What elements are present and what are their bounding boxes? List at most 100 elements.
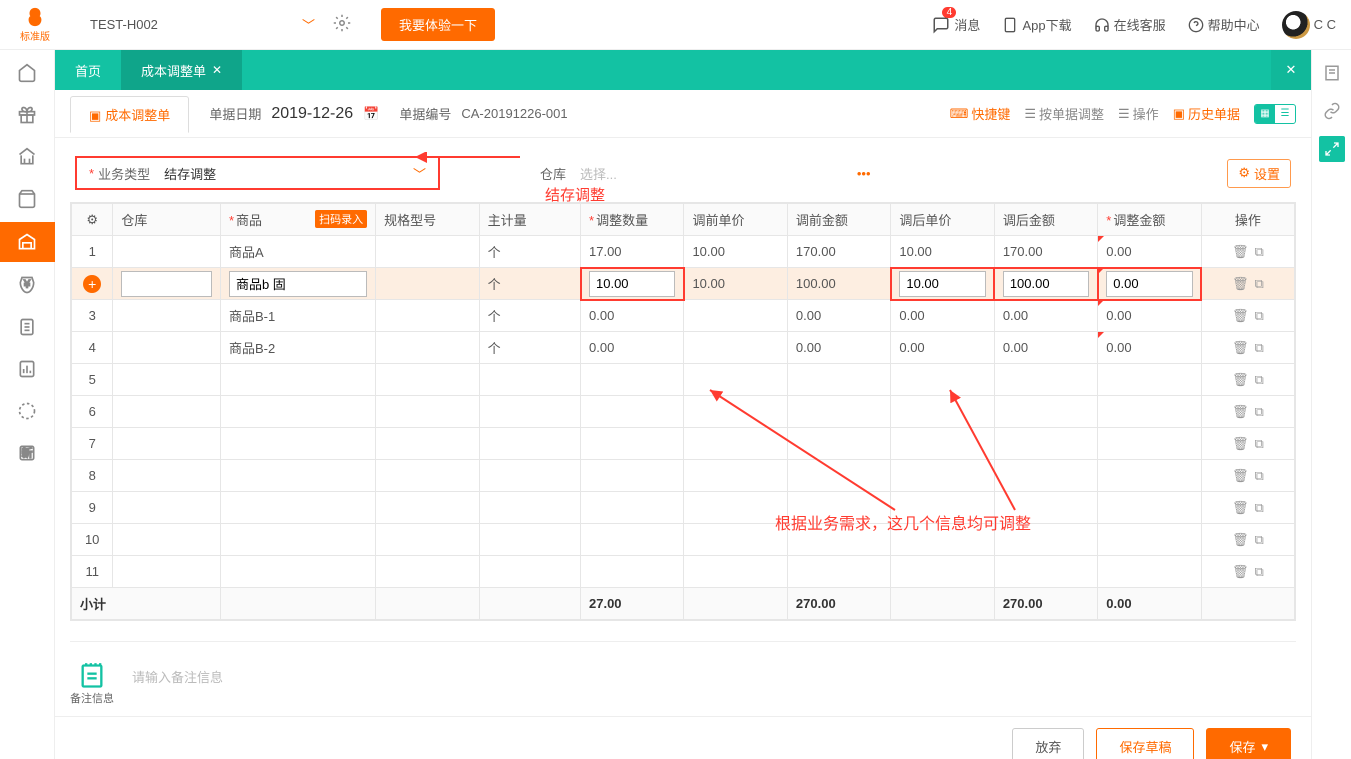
trial-button[interactable]: 我要体验一下 xyxy=(381,8,495,41)
close-all-tabs[interactable]: ✕ xyxy=(1271,50,1311,90)
warehouse-select[interactable]: 仓库选择... xyxy=(540,164,617,183)
copy-icon[interactable]: ⧉ xyxy=(1254,564,1263,579)
remark-label: 备注信息 xyxy=(70,690,114,706)
history-button[interactable]: ▣ 历史单据 xyxy=(1173,104,1240,123)
doc-no-value: CA-20191226-001 xyxy=(461,106,567,121)
copy-icon[interactable]: ⧉ xyxy=(1254,372,1263,387)
table-row[interactable]: 1商品A个17.0010.00170.0010.00170.000.00🗑⧉ xyxy=(72,236,1295,268)
footer-actions: 放弃 保存草稿 保存▾ xyxy=(55,716,1311,759)
nav-clipboard-icon[interactable] xyxy=(16,316,38,338)
copy-icon[interactable]: ⧉ xyxy=(1254,340,1263,355)
delete-icon[interactable]: 🗑 xyxy=(1232,404,1249,419)
nav-new-icon[interactable]: 新 xyxy=(16,442,38,464)
delete-icon[interactable]: 🗑 xyxy=(1232,500,1249,515)
org-selector[interactable]: TEST-H002﹀ xyxy=(80,10,325,40)
chevron-down-icon: ﹀ xyxy=(413,164,426,183)
discard-button[interactable]: 放弃 xyxy=(1012,728,1084,759)
remark-area: 备注信息 xyxy=(70,641,1296,706)
table-row[interactable]: +个10.00100.00🗑⧉ xyxy=(72,268,1295,300)
delete-icon[interactable]: 🗑 xyxy=(1232,244,1249,259)
copy-icon[interactable]: ⧉ xyxy=(1254,276,1263,291)
view-toggle[interactable]: ▦☰ xyxy=(1254,104,1296,124)
doc-no-label: 单据编号 xyxy=(399,104,451,123)
annotation-2: 根据业务需求，这几个信息均可调整 xyxy=(775,510,1031,534)
document-header: ▣成本调整单 单据日期 2019-12-26 📅 单据编号 CA-2019122… xyxy=(55,90,1311,138)
delete-icon[interactable]: 🗑 xyxy=(1232,532,1249,547)
adjust-by-order-button[interactable]: ☰ 按单据调整 xyxy=(1024,104,1104,123)
hotkeys-button[interactable]: ⌨ 快捷键 xyxy=(950,104,1011,123)
tab-home[interactable]: 首页 xyxy=(55,50,121,90)
table-row[interactable]: 11🗑⧉ xyxy=(72,556,1295,588)
delete-icon[interactable]: 🗑 xyxy=(1232,468,1249,483)
nav-sync-icon[interactable] xyxy=(16,400,38,422)
more-filters-icon[interactable]: ••• xyxy=(857,166,871,181)
delete-icon[interactable]: 🗑 xyxy=(1232,372,1249,387)
save-draft-button[interactable]: 保存草稿 xyxy=(1096,728,1194,759)
gear-icon[interactable] xyxy=(333,14,351,35)
col-settings-icon[interactable]: ⚙ xyxy=(72,204,113,236)
table-row[interactable]: 3商品B-1个0.000.000.000.000.00🗑⧉ xyxy=(72,300,1295,332)
copy-icon[interactable]: ⧉ xyxy=(1254,436,1263,451)
qty-input[interactable] xyxy=(589,271,675,297)
copy-icon[interactable]: ⧉ xyxy=(1254,500,1263,515)
table-header: ⚙ 仓库 *商品扫码录入 规格型号 主计量 *调整数量 调前单价 调前金额 调后… xyxy=(72,204,1295,236)
nav-report-icon[interactable] xyxy=(16,358,38,380)
remark-input[interactable] xyxy=(132,662,1296,692)
date-value[interactable]: 2019-12-26 xyxy=(271,105,353,123)
product-input[interactable] xyxy=(229,271,367,297)
help-center-button[interactable]: 帮助中心 xyxy=(1188,15,1260,34)
operations-button[interactable]: ☰ 操作 xyxy=(1118,104,1159,123)
expand-icon[interactable] xyxy=(1319,136,1345,162)
logo: 标准版 xyxy=(10,6,60,43)
adj-amt-input[interactable] xyxy=(1106,271,1192,297)
delete-icon[interactable]: 🗑 xyxy=(1232,340,1249,355)
table-row[interactable]: 10🗑⧉ xyxy=(72,524,1295,556)
app-download-button[interactable]: App下载 xyxy=(1002,15,1071,34)
scan-badge[interactable]: 扫码录入 xyxy=(315,210,367,228)
svg-text:¥: ¥ xyxy=(23,279,31,291)
nav-money-icon[interactable]: ¥ xyxy=(16,274,38,296)
messages-button[interactable]: 4 消息 xyxy=(932,15,980,34)
nav-bag-icon[interactable] xyxy=(16,188,38,210)
document-tab[interactable]: ▣成本调整单 xyxy=(70,96,189,133)
annotation-1: 结存调整 xyxy=(545,184,605,205)
calendar-icon[interactable]: 📅 xyxy=(363,106,379,122)
business-type-select[interactable]: *业务类型 结存调整 ﹀ xyxy=(75,156,440,190)
copy-icon[interactable]: ⧉ xyxy=(1254,404,1263,419)
copy-icon[interactable]: ⧉ xyxy=(1254,244,1263,259)
nav-house-icon[interactable] xyxy=(16,146,38,168)
post-price-input[interactable] xyxy=(899,271,985,297)
table-row[interactable]: 4商品B-2个0.000.000.000.000.00🗑⧉ xyxy=(72,332,1295,364)
note-icon[interactable] xyxy=(1319,60,1345,86)
nav-home-icon[interactable] xyxy=(16,62,38,84)
save-button[interactable]: 保存▾ xyxy=(1206,728,1291,759)
nav-warehouse-icon[interactable] xyxy=(0,222,55,262)
customer-service-button[interactable]: 在线客服 xyxy=(1094,15,1166,34)
delete-icon[interactable]: 🗑 xyxy=(1232,564,1249,579)
table-row[interactable]: 8🗑⧉ xyxy=(72,460,1295,492)
copy-icon[interactable]: ⧉ xyxy=(1254,468,1263,483)
subtotal-row: 小计 27.00270.00 270.000.00 xyxy=(72,588,1295,620)
table-row[interactable]: 5🗑⧉ xyxy=(72,364,1295,396)
link-icon[interactable] xyxy=(1319,98,1345,124)
close-icon[interactable]: ✕ xyxy=(212,63,222,77)
table-row[interactable]: 9🗑⧉ xyxy=(72,492,1295,524)
nav-gift-icon[interactable] xyxy=(16,104,38,126)
user-menu[interactable]: C C xyxy=(1282,11,1336,39)
tab-cost-adjustment[interactable]: 成本调整单✕ xyxy=(121,50,242,90)
delete-icon[interactable]: 🗑 xyxy=(1232,276,1249,291)
right-toolbar xyxy=(1311,50,1351,759)
delete-icon[interactable]: 🗑 xyxy=(1232,436,1249,451)
settings-button[interactable]: ⚙ 设置 xyxy=(1227,159,1291,188)
add-row-icon[interactable]: + xyxy=(83,275,101,293)
top-bar: 标准版 TEST-H002﹀ 我要体验一下 4 消息 App下载 在线客服 帮助… xyxy=(0,0,1351,50)
post-amt-input[interactable] xyxy=(1003,271,1089,297)
messages-badge: 4 xyxy=(942,7,956,18)
svg-text:新: 新 xyxy=(22,445,33,459)
delete-icon[interactable]: 🗑 xyxy=(1232,308,1249,323)
table-row[interactable]: 6🗑⧉ xyxy=(72,396,1295,428)
copy-icon[interactable]: ⧉ xyxy=(1254,308,1263,323)
copy-icon[interactable]: ⧉ xyxy=(1254,532,1263,547)
table-row[interactable]: 7🗑⧉ xyxy=(72,428,1295,460)
warehouse-input[interactable] xyxy=(121,271,212,297)
